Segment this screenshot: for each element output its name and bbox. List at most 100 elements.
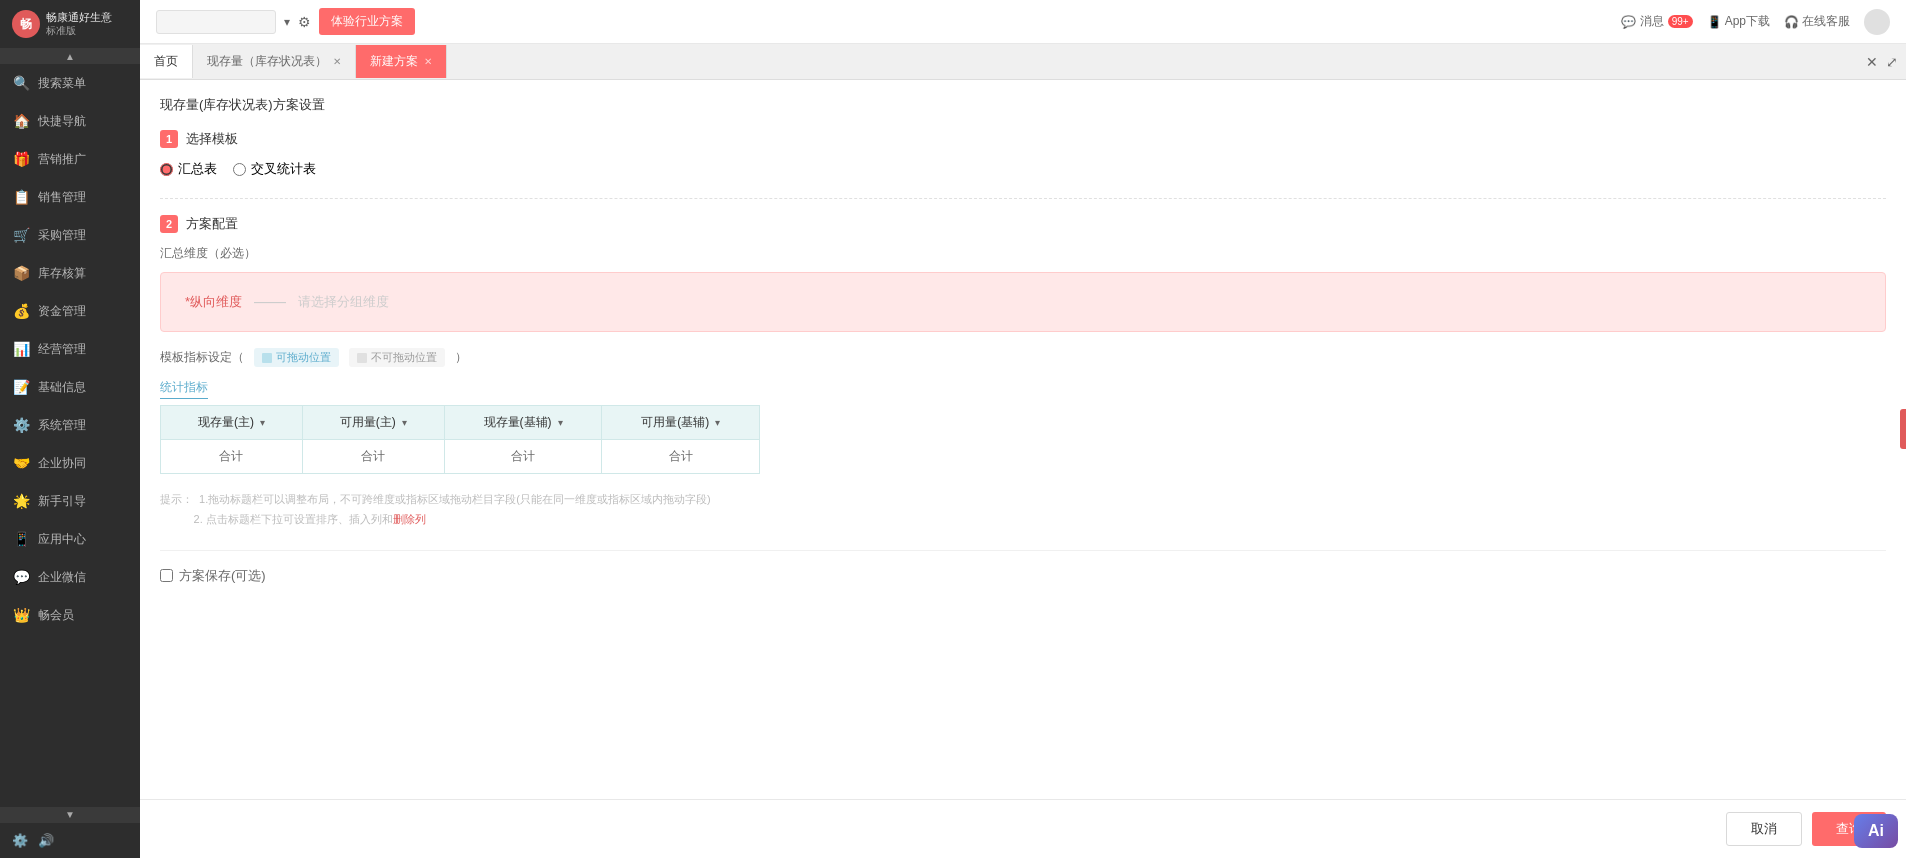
stats-table-row-1: 合计 合计 合计 合计	[161, 440, 760, 474]
sidebar-item-marketing[interactable]: 🎁 营销推广	[0, 140, 140, 178]
stats-section: 统计指标 现存量(主) ▾	[160, 379, 1886, 474]
settings-icon[interactable]: ⚙️	[12, 833, 28, 848]
page-title: 现存量(库存状况表)方案设置	[160, 96, 1886, 114]
footer-bar: 取消 查询	[140, 799, 1906, 858]
dim-placeholder: 请选择分组维度	[298, 293, 389, 311]
trial-button[interactable]: 体验行业方案	[319, 8, 415, 35]
sidebar-scroll-up[interactable]: ▲	[0, 49, 140, 64]
purchase-icon: 🛒	[12, 226, 30, 244]
radio-cross[interactable]: 交叉统计表	[233, 160, 316, 178]
save-option[interactable]: 方案保存(可选)	[160, 550, 1886, 585]
app-download-label: App下载	[1725, 13, 1770, 30]
topbar-right: 💬 消息 99+ 📱 App下载 🎧 在线客服	[1621, 9, 1890, 35]
message-button[interactable]: 💬 消息 99+	[1621, 13, 1693, 30]
tab-home-label: 首页	[154, 53, 178, 70]
radio-cross-input[interactable]	[233, 163, 246, 176]
ai-button[interactable]: Ai	[1854, 814, 1898, 848]
sidebar-item-label: 销售管理	[38, 189, 86, 206]
main-area: ▾ ⚙ 体验行业方案 💬 消息 99+ 📱 App下载 🎧 在线客服 首页	[140, 0, 1906, 858]
sidebar-item-purchase[interactable]: 🛒 采购管理	[0, 216, 140, 254]
ops-icon: 📊	[12, 340, 30, 358]
col-2-chevron: ▾	[402, 417, 407, 428]
content-area: 现存量(库存状况表)方案设置 1 选择模板 汇总表 交叉统计表	[140, 80, 1906, 799]
service-label: 在线客服	[1802, 13, 1850, 30]
message-badge: 99+	[1668, 15, 1693, 28]
inventory-icon: 📦	[12, 264, 30, 282]
step2-header: 2 方案配置	[160, 215, 1886, 233]
sidebar-item-finance[interactable]: 💰 资金管理	[0, 292, 140, 330]
tab-close-window-button[interactable]: ✕	[1866, 54, 1878, 70]
step1-num: 1	[160, 130, 178, 148]
sidebar-item-system[interactable]: ⚙️ 系统管理	[0, 406, 140, 444]
finance-icon: 💰	[12, 302, 30, 320]
col-header-1[interactable]: 现存量(主) ▾	[161, 406, 303, 440]
headset-icon: 🎧	[1784, 15, 1799, 29]
user-avatar[interactable]	[1864, 9, 1890, 35]
col-2-label: 可用量(主)	[340, 414, 396, 431]
tabs-bar: 首页 现存量（库存状况表） ✕ 新建方案 ✕ ✕ ⤢	[140, 44, 1906, 80]
topbar-search-input[interactable]	[156, 10, 276, 34]
col-4-label: 可用量(基辅)	[641, 414, 709, 431]
step2-section: 2 方案配置 汇总维度（必选） *纵向维度 —— 请选择分组维度 模板指标设定（	[160, 215, 1886, 530]
topbar-dropdown[interactable]: ▾	[284, 15, 290, 29]
sales-icon: 📋	[12, 188, 30, 206]
sidebar-item-label: 资金管理	[38, 303, 86, 320]
sidebar-item-label: 系统管理	[38, 417, 86, 434]
sidebar-item-label: 应用中心	[38, 531, 86, 548]
cancel-button[interactable]: 取消	[1726, 812, 1802, 846]
speaker-icon[interactable]: 🔊	[38, 833, 54, 848]
guide-icon: 🌟	[12, 492, 30, 510]
sidebar-item-appstore[interactable]: 📱 应用中心	[0, 520, 140, 558]
sidebar-item-weixin[interactable]: 💬 企业微信	[0, 558, 140, 596]
save-checkbox[interactable]	[160, 569, 173, 582]
sidebar-item-inventory[interactable]: 📦 库存核算	[0, 254, 140, 292]
sidebar-item-operations[interactable]: 📊 经营管理	[0, 330, 140, 368]
draggable-tag-label: 可拖动位置	[276, 350, 331, 365]
tab-new-scheme[interactable]: 新建方案 ✕	[356, 45, 447, 78]
tab-new-scheme-label: 新建方案	[370, 53, 418, 70]
tab-expand-button[interactable]: ⤢	[1886, 54, 1898, 70]
summary-dim-label: 汇总维度（必选）	[160, 245, 1886, 262]
gift-icon: 🎁	[12, 150, 30, 168]
sidebar-scroll-down[interactable]: ▼	[0, 807, 140, 822]
stats-table-header-row: 现存量(主) ▾ 可用量(主) ▾	[161, 406, 760, 440]
sidebar: 畅 畅康通好生意 标准版 ▲ 🔍 搜索菜单 🏠 快捷导航 🎁 营销推广 📋 销售…	[0, 0, 140, 858]
sidebar-item-base[interactable]: 📝 基础信息	[0, 368, 140, 406]
col-header-2[interactable]: 可用量(主) ▾	[302, 406, 444, 440]
sidebar-item-shortcut[interactable]: 🏠 快捷导航	[0, 102, 140, 140]
tab-home[interactable]: 首页	[140, 45, 193, 78]
col-header-3[interactable]: 现存量(基辅) ▾	[444, 406, 602, 440]
tab-new-scheme-close-icon[interactable]: ✕	[424, 56, 432, 67]
radio-summary[interactable]: 汇总表	[160, 160, 217, 178]
radio-summary-input[interactable]	[160, 163, 173, 176]
sidebar-item-sales[interactable]: 📋 销售管理	[0, 178, 140, 216]
sidebar-item-label: 营销推广	[38, 151, 86, 168]
step2-num: 2	[160, 215, 178, 233]
topbar-left: ▾ ⚙ 体验行业方案	[156, 8, 1611, 35]
indicator-label-close: ）	[455, 349, 467, 366]
col-1-label: 现存量(主)	[198, 414, 254, 431]
weixin-icon: 💬	[12, 568, 30, 586]
app-download-button[interactable]: 📱 App下载	[1707, 13, 1770, 30]
sidebar-item-search[interactable]: 🔍 搜索菜单	[0, 64, 140, 102]
not-draggable-tag: 不可拖动位置	[349, 348, 445, 367]
sidebar-item-contract[interactable]: 🤝 企业协同	[0, 444, 140, 482]
sidebar-item-member[interactable]: 👑 畅会员	[0, 596, 140, 634]
message-icon: 💬	[1621, 15, 1636, 29]
draggable-color-box	[262, 353, 272, 363]
template-radio-group: 汇总表 交叉统计表	[160, 160, 1886, 178]
sidebar-logo: 畅 畅康通好生意 标准版	[0, 0, 140, 49]
topbar-gear-icon[interactable]: ⚙	[298, 14, 311, 30]
stats-title: 统计指标	[160, 379, 208, 399]
sidebar-item-label: 经营管理	[38, 341, 86, 358]
service-button[interactable]: 🎧 在线客服	[1784, 13, 1850, 30]
sidebar-item-label: 快捷导航	[38, 113, 86, 130]
contract-icon: 🤝	[12, 454, 30, 472]
sidebar-item-newguide[interactable]: 🌟 新手引导	[0, 482, 140, 520]
tab-inventory-close-icon[interactable]: ✕	[333, 56, 341, 67]
col-header-4[interactable]: 可用量(基辅) ▾	[602, 406, 760, 440]
cell-1-1: 合计	[161, 440, 303, 474]
content-inner: 现存量(库存状况表)方案设置 1 选择模板 汇总表 交叉统计表	[140, 80, 1906, 799]
tab-inventory[interactable]: 现存量（库存状况表） ✕	[193, 45, 356, 78]
dimension-area[interactable]: *纵向维度 —— 请选择分组维度	[160, 272, 1886, 332]
